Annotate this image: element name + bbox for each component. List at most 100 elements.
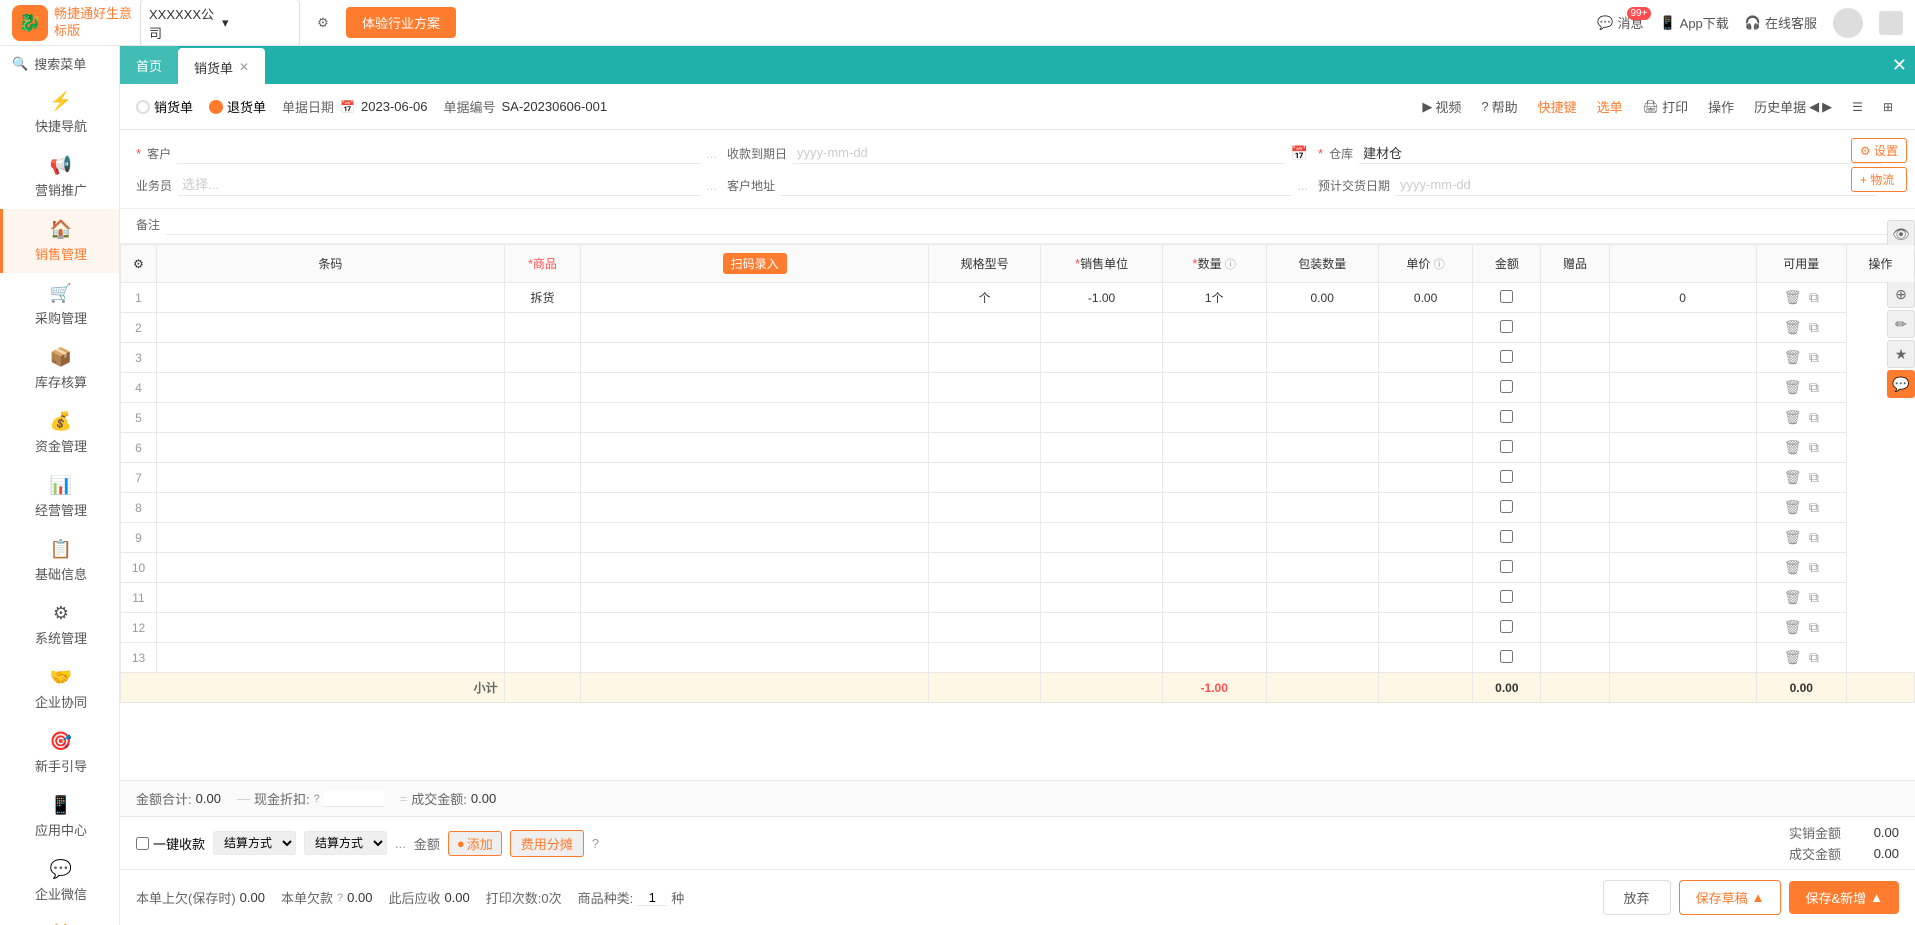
sidebar-item-quick-nav[interactable]: ⚡ 快捷导航 [0, 81, 119, 145]
row-action[interactable]: 🗑 ⧉ [1756, 523, 1846, 553]
delete-row-icon[interactable]: 🗑 [1784, 499, 1802, 515]
copy-row-icon[interactable]: ⧉ [1809, 619, 1819, 635]
sidebar-item-inventory[interactable]: 📦 库存核算 [0, 337, 119, 401]
online-service-btn[interactable]: 🎧 在线客服 [1745, 13, 1817, 32]
notes-input[interactable] [166, 213, 1899, 235]
sidebar-item-app-center[interactable]: 📱 应用中心 [0, 785, 119, 849]
sidebar-item-purchase[interactable]: 🛒 采购管理 [0, 273, 119, 337]
copy-row-icon[interactable]: ⧉ [1809, 349, 1819, 365]
table-header-scan[interactable]: 扫码录入 [581, 245, 929, 283]
row-gift[interactable] [1473, 493, 1541, 523]
account-dots[interactable]: ... [395, 836, 406, 851]
row-action[interactable]: 🗑 ⧉ [1756, 493, 1846, 523]
row-spec[interactable] [581, 463, 929, 493]
row-qty[interactable] [1041, 463, 1163, 493]
row-product[interactable] [504, 373, 581, 403]
sidebar-item-member[interactable]: 👑 畅会员 [0, 913, 119, 925]
row-spec[interactable] [581, 433, 929, 463]
salesperson-input[interactable] [178, 174, 700, 196]
row-price[interactable] [1266, 583, 1378, 613]
row-action[interactable]: 🗑 ⧉ [1756, 283, 1846, 313]
receivable-cal-icon[interactable]: 📅 [1291, 145, 1308, 162]
row-price[interactable] [1266, 403, 1378, 433]
row-barcode[interactable] [157, 643, 505, 673]
row-gift[interactable] [1473, 433, 1541, 463]
row-price[interactable] [1266, 343, 1378, 373]
row-gift[interactable] [1473, 643, 1541, 673]
copy-row-icon[interactable]: ⧉ [1809, 589, 1819, 605]
row-price[interactable] [1266, 313, 1378, 343]
row-product[interactable] [504, 343, 581, 373]
customer-address-input[interactable] [781, 174, 1291, 196]
grid-view-btn[interactable]: ⊞ [1877, 97, 1899, 117]
delete-row-icon[interactable]: 🗑 [1784, 649, 1802, 665]
row-price[interactable] [1266, 523, 1378, 553]
row-gift[interactable] [1473, 313, 1541, 343]
sidebar-item-basic-info[interactable]: 📋 基础信息 [0, 529, 119, 593]
row-barcode[interactable] [157, 493, 505, 523]
one-click-payment[interactable]: 一键收款 [136, 834, 205, 853]
row-gift[interactable] [1473, 583, 1541, 613]
row-action[interactable]: 🗑 ⧉ [1756, 433, 1846, 463]
row-spec[interactable] [581, 283, 929, 313]
row-product[interactable] [504, 313, 581, 343]
row-product[interactable] [504, 583, 581, 613]
row-price[interactable] [1266, 643, 1378, 673]
user-menu-btn[interactable] [1879, 11, 1903, 35]
delete-row-icon[interactable]: 🗑 [1784, 409, 1802, 425]
row-spec[interactable] [581, 523, 929, 553]
product-type-input[interactable] [637, 890, 667, 906]
row-qty[interactable] [1041, 643, 1163, 673]
save-button[interactable]: 保存&新增 ▲ [1789, 881, 1899, 914]
delete-row-icon[interactable]: 🗑 [1784, 469, 1802, 485]
delete-row-icon[interactable]: 🗑 [1784, 379, 1802, 395]
account-select[interactable]: 结算方式 [304, 831, 387, 855]
row-gift[interactable] [1473, 373, 1541, 403]
avatar[interactable] [1833, 8, 1863, 38]
row-barcode[interactable] [157, 583, 505, 613]
expense-help-icon[interactable]: ? [592, 836, 599, 851]
row-barcode[interactable] [157, 373, 505, 403]
sidebar-item-system[interactable]: ⚙ 系统管理 [0, 593, 119, 657]
warehouse-input[interactable] [1359, 142, 1882, 164]
row-price[interactable] [1266, 463, 1378, 493]
row-product[interactable] [504, 643, 581, 673]
draft-button[interactable]: 保存草稿 ▲ [1679, 880, 1782, 915]
row-qty[interactable]: -1.00 [1041, 283, 1163, 313]
row-action[interactable]: 🗑 ⧉ [1756, 313, 1846, 343]
row-spec[interactable] [581, 553, 929, 583]
delete-row-icon[interactable]: 🗑 [1784, 319, 1802, 335]
row-spec[interactable] [581, 583, 929, 613]
row-price[interactable] [1266, 373, 1378, 403]
company-select[interactable]: XXXXXX公司 ▾ [140, 0, 300, 47]
tab-home[interactable]: 首页 [120, 46, 178, 84]
salesperson-dots[interactable]: ... [706, 178, 717, 193]
sidebar-item-enterprise[interactable]: 🤝 企业协同 [0, 657, 119, 721]
expected-delivery-input[interactable] [1396, 174, 1876, 196]
row-qty[interactable] [1041, 313, 1163, 343]
sidebar-item-operations[interactable]: 📊 经营管理 [0, 465, 119, 529]
copy-row-icon[interactable]: ⧉ [1809, 559, 1819, 575]
copy-row-icon[interactable]: ⧉ [1809, 529, 1819, 545]
tab-sales[interactable]: 销货单 ✕ [178, 48, 265, 86]
row-spec[interactable] [581, 613, 929, 643]
float-star-btn[interactable]: ★ [1887, 340, 1915, 368]
row-product[interactable] [504, 493, 581, 523]
row-qty[interactable] [1041, 373, 1163, 403]
row-barcode[interactable] [157, 613, 505, 643]
row-gift[interactable] [1473, 613, 1541, 643]
row-spec[interactable] [581, 343, 929, 373]
customer-input[interactable] [177, 142, 700, 164]
delete-row-icon[interactable]: 🗑 [1784, 619, 1802, 635]
row-spec[interactable] [581, 373, 929, 403]
row-product[interactable] [504, 463, 581, 493]
row-product[interactable] [504, 403, 581, 433]
expense-btn[interactable]: 费用分摊 [510, 830, 584, 857]
receivable-date-input[interactable] [793, 142, 1285, 164]
row-qty[interactable] [1041, 523, 1163, 553]
operate-btn[interactable]: 操作 [1702, 94, 1740, 119]
calendar-icon[interactable]: 📅 [340, 100, 355, 114]
float-add-btn[interactable]: ⊕ [1887, 280, 1915, 308]
row-barcode[interactable] [157, 313, 505, 343]
row-product[interactable] [504, 553, 581, 583]
